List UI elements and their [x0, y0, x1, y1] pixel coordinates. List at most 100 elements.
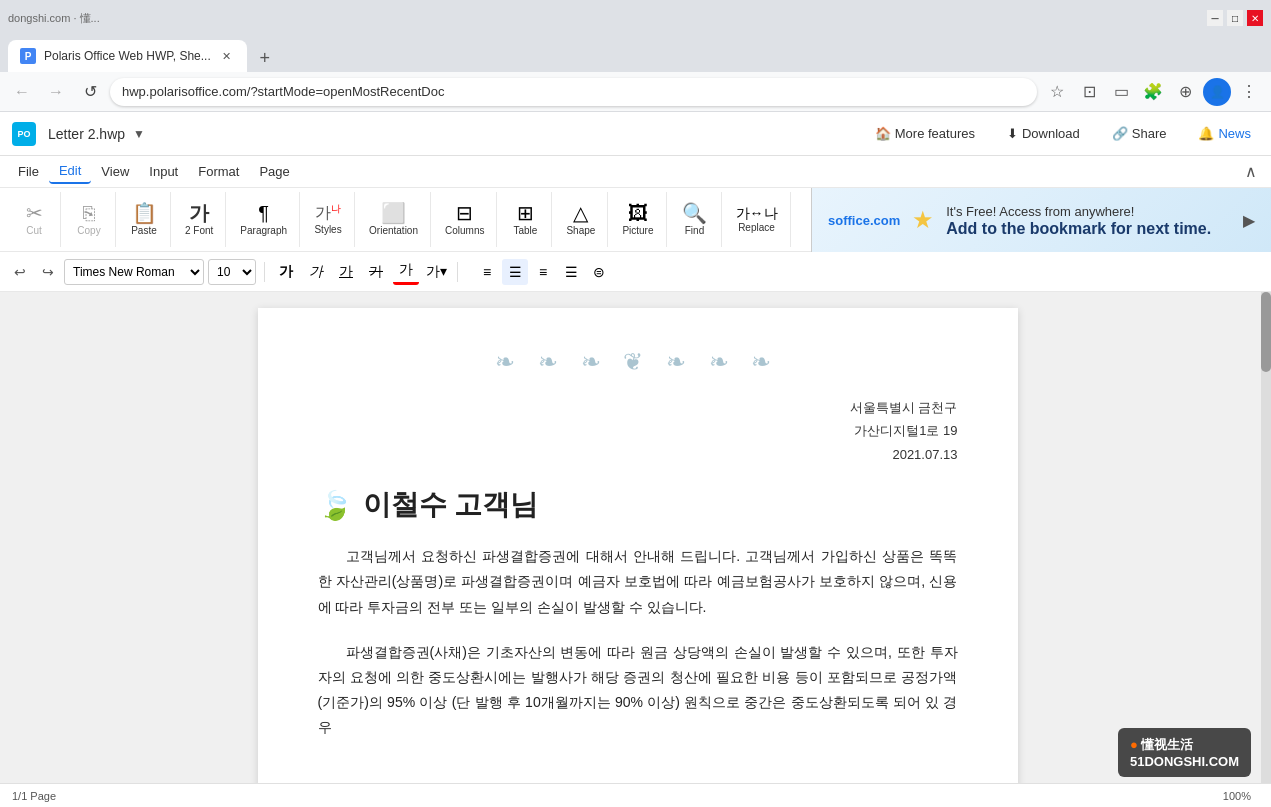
ad-text-block: It's Free! Access from anywhere! Add to … — [946, 202, 1211, 238]
back-button[interactable]: ← — [8, 78, 36, 106]
ad-site-name: soffice.com — [828, 213, 900, 228]
picture-icon: 🖼 — [628, 203, 648, 223]
table-button[interactable]: ⊞ Table — [505, 199, 545, 240]
maximize-button[interactable]: □ — [1227, 10, 1243, 26]
bookmark-star-button[interactable]: ☆ — [1043, 78, 1071, 106]
menu-edit[interactable]: Edit — [49, 159, 91, 184]
columns-button[interactable]: ⊟ Columns — [439, 199, 490, 240]
find-button[interactable]: 🔍 Find — [675, 199, 715, 240]
align-distribute-button[interactable]: ⊜ — [586, 259, 612, 285]
menu-page[interactable]: Page — [249, 160, 299, 183]
font-color-button[interactable]: 가▾ — [423, 259, 449, 285]
alignment-buttons: ≡ ☰ ≡ ☰ ⊜ — [474, 259, 612, 285]
ad-headline-text: It's Free! Access from anywhere! — [946, 204, 1134, 219]
menu-view[interactable]: View — [91, 160, 139, 183]
profile-button[interactable]: 👤 — [1203, 78, 1231, 106]
paragraph-group: ¶ Paragraph — [228, 192, 300, 247]
shape-icon: △ — [573, 203, 588, 223]
dropdown-arrow-icon[interactable]: ▼ — [133, 127, 145, 141]
menu-button[interactable]: ⋮ — [1235, 78, 1263, 106]
menu-file[interactable]: File — [8, 160, 49, 183]
underline-korean-button[interactable]: 가 — [333, 259, 359, 285]
new-tab-button[interactable]: + — [251, 44, 279, 72]
undo-button[interactable]: ↩ — [8, 260, 32, 284]
screenshot-button[interactable]: ⊡ — [1075, 78, 1103, 106]
scrollbar-thumb[interactable] — [1261, 292, 1271, 372]
ad-star-icon: ★ — [912, 206, 934, 234]
find-label: Find — [685, 225, 704, 236]
styles-button[interactable]: 가나 Styles — [308, 200, 348, 238]
zoom-level: 100% — [1223, 790, 1251, 802]
table-group: ⊞ Table — [499, 192, 552, 247]
browser-domain-label: dongshi.com · 懂... — [8, 11, 100, 26]
more-features-button[interactable]: 🏠 More features — [867, 122, 983, 145]
columns-icon: ⊟ — [456, 203, 473, 223]
italic-korean-button[interactable]: 가 — [303, 259, 329, 285]
minimize-button[interactable]: ─ — [1207, 10, 1223, 26]
right-sidebar — [1255, 292, 1271, 783]
news-button[interactable]: 🔔 News — [1190, 122, 1259, 145]
title-bar: dongshi.com · 懂... ─ □ ✕ — [0, 0, 1271, 36]
paste-button[interactable]: 📋 Paste — [124, 199, 164, 240]
copy-icon: ⎘ — [83, 203, 95, 223]
shape-button[interactable]: △ Shape — [560, 199, 601, 240]
font-icon: 가 — [189, 203, 209, 223]
font-name-select[interactable]: Times New Roman Arial Malgun Gothic — [64, 259, 204, 285]
copy-button[interactable]: ⎘ Copy — [69, 199, 109, 240]
download-icon: ⬇ — [1007, 126, 1018, 141]
picture-label: Picture — [622, 225, 653, 236]
status-bar: 1/1 Page 100% — [0, 783, 1271, 807]
body-paragraph-1: 고객님께서 요청하신 파생결합증권에 대해서 안내해 드립니다. 고객님께서 가… — [318, 544, 958, 620]
address-bar: ← → ↺ ☆ ⊡ ▭ 🧩 ⊕ 👤 ⋮ — [0, 72, 1271, 112]
shape-label: Shape — [566, 225, 595, 236]
replace-button[interactable]: 가↔나 Replace — [730, 202, 784, 237]
address-input[interactable] — [110, 78, 1037, 106]
home-icon: 🏠 — [875, 126, 891, 141]
download-button[interactable]: ⬇ Download — [999, 122, 1088, 145]
scrollbar[interactable] — [1261, 292, 1271, 783]
highlight-button[interactable]: 가 — [393, 259, 419, 285]
align-center-button[interactable]: ☰ — [502, 259, 528, 285]
picture-button[interactable]: 🖼 Picture — [616, 199, 659, 240]
reload-button[interactable]: ↺ — [76, 78, 104, 106]
ad-headline: It's Free! Access from anywhere! Add to … — [946, 204, 1211, 238]
extensions-button[interactable]: 🧩 — [1139, 78, 1167, 106]
doc-greeting: 🍃 이철수 고객님 — [318, 486, 958, 524]
forward-button[interactable]: → — [42, 78, 70, 106]
font-size-select[interactable]: 10 11 12 — [208, 259, 256, 285]
find-group: 🔍 Find — [669, 192, 722, 247]
redo-button[interactable]: ↪ — [36, 260, 60, 284]
ad-expand-button[interactable]: ▶ — [1243, 211, 1255, 230]
cut-button[interactable]: ✂ Cut — [14, 199, 54, 240]
tab-close-button[interactable]: ✕ — [219, 48, 235, 64]
document-container: ❧ ❧ ❧ ❦ ❧ ❧ ❧ 서울특별시 금천구 가산디지털1로 19 2021.… — [20, 292, 1255, 783]
active-tab[interactable]: P Polaris Office Web HWP, She... ✕ — [8, 40, 247, 72]
bold-korean-button[interactable]: 가 — [273, 259, 299, 285]
picture-group: 🖼 Picture — [610, 192, 666, 247]
sync-button[interactable]: ⊕ — [1171, 78, 1199, 106]
close-button[interactable]: ✕ — [1247, 10, 1263, 26]
menu-collapse-button[interactable]: ∧ — [1239, 160, 1263, 184]
cast-button[interactable]: ▭ — [1107, 78, 1135, 106]
ad-banner: soffice.com ★ It's Free! Access from any… — [811, 188, 1271, 252]
orientation-button[interactable]: ⬜ Orientation — [363, 199, 424, 240]
app-header: PO Letter 2.hwp ▼ 🏠 More features ⬇ Down… — [0, 112, 1271, 156]
font-button[interactable]: 가 2 Font — [179, 199, 219, 240]
menu-input[interactable]: Input — [139, 160, 188, 183]
menu-format[interactable]: Format — [188, 160, 249, 183]
align-justify-button[interactable]: ☰ — [558, 259, 584, 285]
paragraph-button[interactable]: ¶ Paragraph — [234, 199, 293, 240]
orientation-group: ⬜ Orientation — [357, 192, 431, 247]
orientation-icon: ⬜ — [381, 203, 406, 223]
tab-bar: P Polaris Office Web HWP, She... ✕ + — [0, 36, 1271, 72]
share-icon: 🔗 — [1112, 126, 1128, 141]
align-left-button[interactable]: ≡ — [474, 259, 500, 285]
strikethrough-korean-button[interactable]: 가 — [363, 259, 389, 285]
watermark: ● 懂视生活 51DONGSHI.COM — [1118, 728, 1251, 777]
doc-decoration: ❧ ❧ ❧ ❦ ❧ ❧ ❧ — [318, 348, 958, 376]
document-page: ❧ ❧ ❧ ❦ ❧ ❧ ❧ 서울특별시 금천구 가산디지털1로 19 2021.… — [258, 308, 1018, 783]
find-icon: 🔍 — [682, 203, 707, 223]
share-button[interactable]: 🔗 Share — [1104, 122, 1175, 145]
align-right-button[interactable]: ≡ — [530, 259, 556, 285]
clipboard-group: ✂ Cut — [8, 192, 61, 247]
